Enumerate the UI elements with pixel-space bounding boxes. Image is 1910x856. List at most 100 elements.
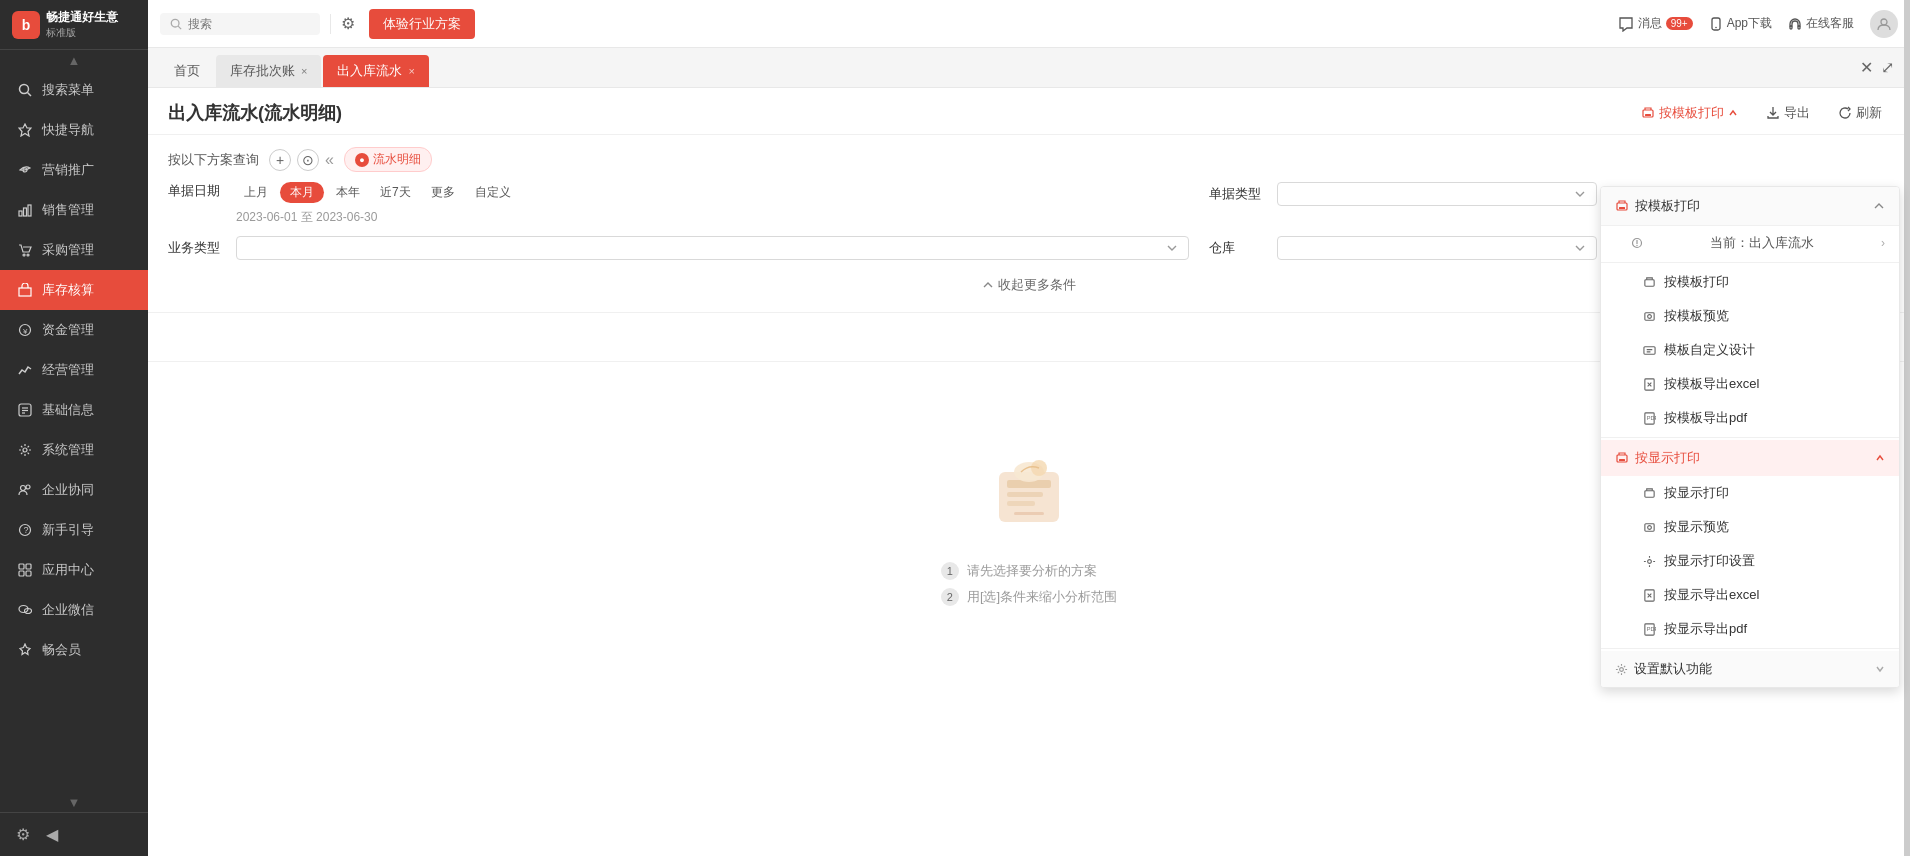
logo-icon: b [12,11,40,39]
sidebar-scroll-up[interactable]: ▲ [0,50,148,70]
customer-service-label: 在线客服 [1806,15,1854,32]
logo-text: 畅捷通好生意 标准版 [46,10,118,39]
sidebar-item-sales[interactable]: 销售管理 [0,190,148,230]
quicknav-icon [16,121,34,139]
dropdown-header-actions [1873,200,1885,212]
collapse-footer-icon[interactable]: ◀ [46,825,58,844]
tab-stock-flow-close[interactable]: × [408,65,414,77]
tab-stock-flow[interactable]: 出入库流水 × [323,55,428,87]
sidebar-item-wechat[interactable]: 企业微信 [0,590,148,630]
sidebar-item-operations[interactable]: 经营管理 [0,350,148,390]
message-icon [1618,16,1634,32]
topbar-search-box[interactable] [160,13,320,35]
dropdown-item-template-preview[interactable]: 按模板预览 [1601,299,1899,333]
settings-footer-icon[interactable]: ⚙ [16,825,30,844]
refresh-label: 刷新 [1856,104,1882,122]
topbar-gear-icon[interactable]: ⚙ [341,14,355,33]
svg-point-33 [1881,19,1887,25]
sidebar: b 畅捷通好生意 标准版 ▲ 搜索菜单 快捷导航 营销推广 [0,0,148,856]
sidebar-label-marketing: 营销推广 [42,161,94,179]
app-download-button[interactable]: App下载 [1709,15,1772,32]
sidebar-item-guide[interactable]: ? 新手引导 [0,510,148,550]
date-shortcut-custom[interactable]: 自定义 [467,182,519,203]
date-shortcut-last-7-days[interactable]: 近7天 [372,182,419,203]
expand-window-button[interactable]: ⤢ [1881,58,1894,77]
system-icon [16,441,34,459]
dropdown-subitem-display-preview[interactable]: 按显示预览 [1601,510,1899,544]
dropdown-subitem-display-print[interactable]: 按显示打印 [1601,476,1899,510]
biz-type-label: 业务类型 [168,239,228,257]
export-button[interactable]: 导出 [1758,100,1818,126]
dropdown-item-template-design[interactable]: 模板自定义设计 [1601,333,1899,367]
tab-inventory-batch[interactable]: 库存批次账 × [216,55,321,87]
date-shortcut-current-month[interactable]: 本月 [280,182,324,203]
svg-point-18 [26,485,30,489]
dropdown-divider-1 [1601,262,1899,263]
sidebar-scroll-down[interactable]: ▼ [0,792,148,812]
svg-point-8 [27,254,29,256]
enterprise-icon [16,481,34,499]
tab-home[interactable]: 首页 [160,55,214,87]
display-print-section-label: 按显示打印 [1635,449,1700,467]
message-button[interactable]: 消息 99+ [1618,15,1693,32]
message-label: 消息 [1638,15,1662,32]
current-template-item[interactable]: 当前：出入库流水 › [1601,226,1899,260]
filter-collapse-button[interactable]: « [325,151,334,169]
dropdown-subitem-display-excel[interactable]: 按显示导出excel [1601,578,1899,612]
topbar-right: 消息 99+ App下载 在线客服 [1618,10,1898,38]
filter-group-biz-type: 业务类型 [168,236,1189,260]
current-template-chevron-icon: › [1881,236,1885,250]
user-avatar[interactable] [1870,10,1898,38]
date-shortcut-more[interactable]: 更多 [423,182,463,203]
sidebar-item-finance[interactable]: ¥ 资金管理 [0,310,148,350]
display-preview-label: 按显示预览 [1664,518,1729,536]
footer-section-chevron-down-icon [1875,664,1885,674]
dropdown-item-template-print[interactable]: 按模板打印 [1601,265,1899,299]
sidebar-item-members[interactable]: 畅会员 [0,630,148,670]
filter-add-button[interactable]: + [269,149,291,171]
resize-handle[interactable] [1904,0,1910,856]
dropdown-section-display-print[interactable]: 按显示打印 [1601,440,1899,476]
print-template-button[interactable]: 按模板打印 [1633,100,1746,126]
members-icon [16,641,34,659]
sidebar-item-purchase[interactable]: 采购管理 [0,230,148,270]
dropdown-subitem-display-pdf[interactable]: PDF 按显示导出pdf [1601,612,1899,646]
doc-type-label: 单据类型 [1209,185,1269,203]
dropdown-item-template-excel[interactable]: 按模板导出excel [1601,367,1899,401]
sidebar-item-quicknav[interactable]: 快捷导航 [0,110,148,150]
sidebar-item-marketing[interactable]: 营销推广 [0,150,148,190]
filter-settings-icon[interactable]: ⊙ [297,149,319,171]
sidebar-item-basic-info[interactable]: 基础信息 [0,390,148,430]
biz-type-select[interactable] [236,236,1189,260]
dropdown-footer-settings-section[interactable]: 设置默认功能 [1601,651,1899,687]
tab-inventory-batch-close[interactable]: × [301,65,307,77]
dropdown-item-template-pdf[interactable]: PDF 按模板导出pdf [1601,401,1899,435]
filter-actions: + ⊙ « [269,149,334,171]
search-input[interactable] [188,17,288,31]
svg-text:PDF: PDF [1647,415,1656,421]
doc-type-select[interactable] [1277,182,1597,206]
search-icon [16,81,34,99]
refresh-button[interactable]: 刷新 [1830,100,1890,126]
export-label: 导出 [1784,104,1810,122]
sidebar-item-app-center[interactable]: 应用中心 [0,550,148,590]
sidebar-item-enterprise[interactable]: 企业协同 [0,470,148,510]
sidebar-item-search[interactable]: 搜索菜单 [0,70,148,110]
dropdown-chevron-up-icon[interactable] [1873,200,1885,212]
customer-service-button[interactable]: 在线客服 [1788,15,1854,32]
sidebar-label-members: 畅会员 [42,641,81,659]
industry-solution-button[interactable]: 体验行业方案 [369,9,475,39]
dropdown-subitem-display-print-settings[interactable]: 按显示打印设置 [1601,544,1899,578]
date-range-display: 2023-06-01 至 2023-06-30 [236,209,1189,226]
sidebar-item-inventory[interactable]: 库存核算 [0,270,148,310]
date-filter-label: 单据日期 [168,182,228,200]
close-window-button[interactable]: ✕ [1860,58,1873,77]
sidebar-item-system[interactable]: 系统管理 [0,430,148,470]
sidebar-label-purchase: 采购管理 [42,241,94,259]
warehouse-select[interactable] [1277,236,1597,260]
dropdown-divider-3 [1601,648,1899,649]
date-shortcut-last-month[interactable]: 上月 [236,182,276,203]
template-design-icon [1643,344,1656,357]
date-shortcut-current-year[interactable]: 本年 [328,182,368,203]
display-print-label: 按显示打印 [1664,484,1729,502]
